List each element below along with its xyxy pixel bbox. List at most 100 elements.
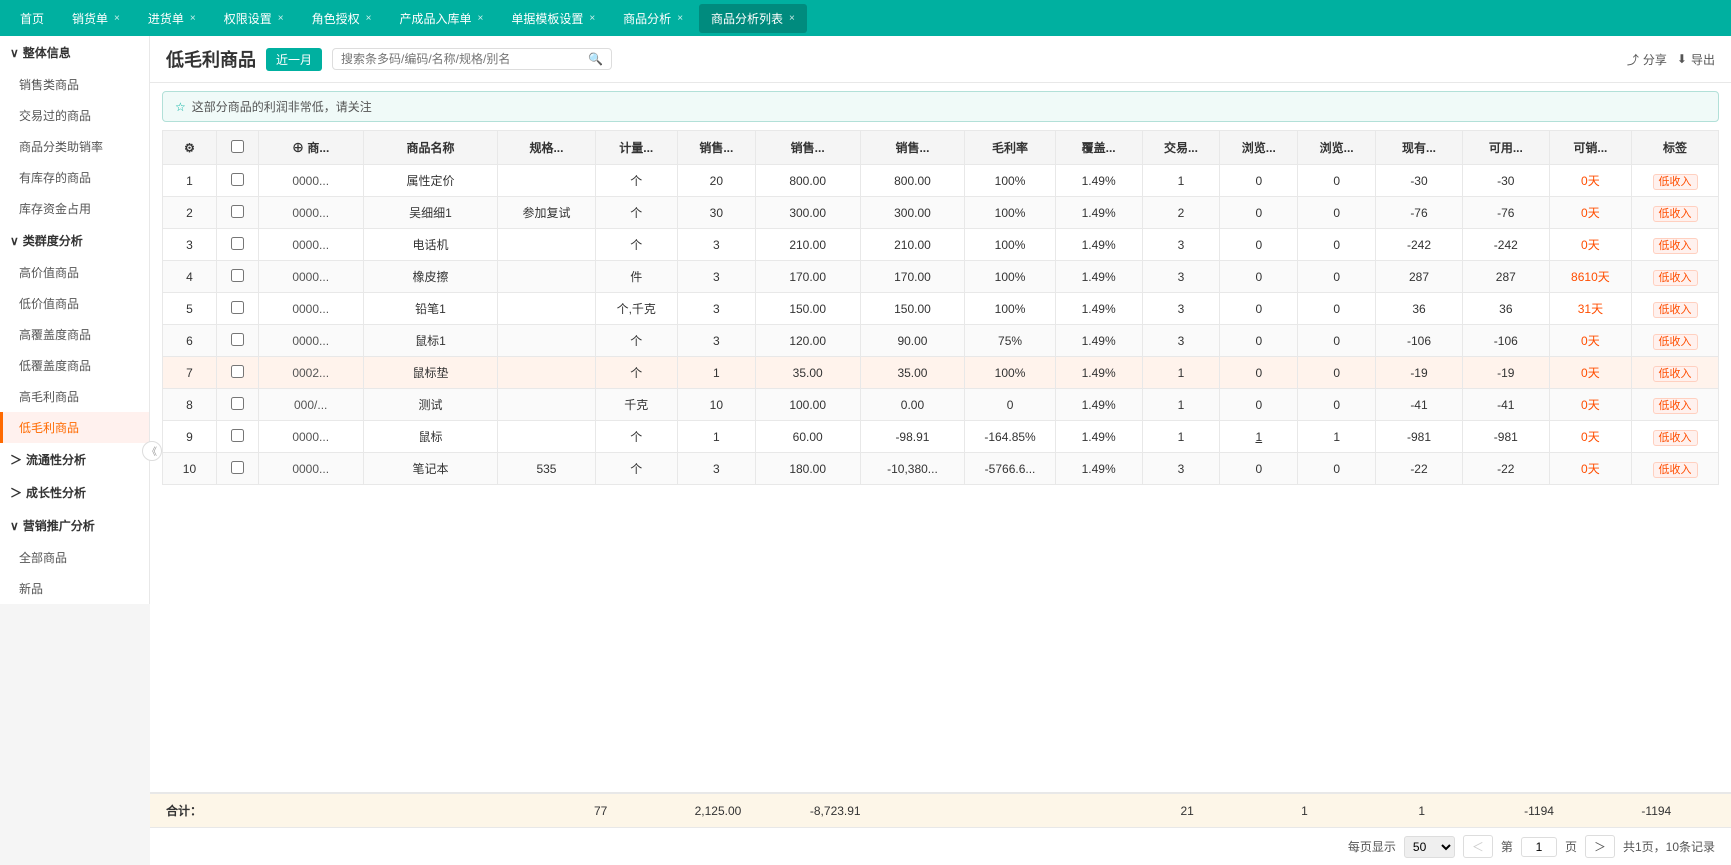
col-header-spec[interactable]: 规格... [498, 131, 595, 165]
row-check[interactable] [216, 389, 258, 421]
nav-permission[interactable]: 权限设置 × [212, 4, 296, 33]
sidebar-item-in-stock[interactable]: 有库存的商品 [0, 162, 149, 193]
col-header-browse2[interactable]: 浏览... [1298, 131, 1376, 165]
row-spec [498, 357, 595, 389]
row-coverage: 1.49% [1055, 421, 1142, 453]
col-header-code[interactable]: ⊕ 商... [258, 131, 363, 165]
export-button[interactable]: ⬇ 导出 [1677, 51, 1715, 68]
row-sales-qty: 20 [677, 165, 755, 197]
sidebar-item-low-value[interactable]: 低价值商品 [0, 288, 149, 319]
row-check[interactable] [216, 421, 258, 453]
sidebar-item-high-margin[interactable]: 高毛利商品 [0, 381, 149, 412]
row-sales-amt: 100.00 [755, 389, 860, 421]
row-browse1[interactable]: 0 [1220, 229, 1298, 261]
col-header-coverage[interactable]: 覆盖... [1055, 131, 1142, 165]
row-browse1[interactable]: 0 [1220, 325, 1298, 357]
sidebar-item-sales-goods[interactable]: 销售类商品 [0, 69, 149, 100]
row-sales-amt: 170.00 [755, 261, 860, 293]
nav-close-analysis[interactable]: × [677, 13, 683, 24]
nav-close-permission[interactable]: × [278, 13, 284, 24]
col-header-sales-profit[interactable]: 销售... [860, 131, 965, 165]
sidebar-item-high-value[interactable]: 高价值商品 [0, 257, 149, 288]
col-header-sales-amt[interactable]: 销售... [755, 131, 860, 165]
nav-close-analysis-list[interactable]: × [789, 13, 795, 24]
row-browse1[interactable]: 0 [1220, 453, 1298, 485]
col-header-browse1[interactable]: 浏览... [1220, 131, 1298, 165]
row-unit: 个 [595, 421, 677, 453]
row-num: 10 [163, 453, 217, 485]
row-browse1[interactable]: 1 [1220, 421, 1298, 453]
select-all-checkbox[interactable] [231, 140, 244, 153]
sidebar-item-low-coverage[interactable]: 低覆盖度商品 [0, 350, 149, 381]
row-check[interactable] [216, 261, 258, 293]
nav-product-inbound[interactable]: 产成品入库单 × [387, 4, 495, 33]
row-check[interactable] [216, 325, 258, 357]
row-coverage: 1.49% [1055, 261, 1142, 293]
row-browse1[interactable]: 0 [1220, 357, 1298, 389]
row-check[interactable] [216, 197, 258, 229]
row-sales-profit: 90.00 [860, 325, 965, 357]
col-header-name[interactable]: 商品名称 [363, 131, 498, 165]
settings-icon[interactable]: ⚙ [184, 141, 195, 155]
nav-close-sales[interactable]: × [114, 13, 120, 24]
col-header-avail-stock[interactable]: 可用... [1462, 131, 1549, 165]
sidebar-item-capital[interactable]: 库存资金占用 [0, 193, 149, 224]
row-browse1[interactable]: 0 [1220, 165, 1298, 197]
row-saleable-days: 8610天 [1549, 261, 1631, 293]
row-current-stock: -41 [1376, 389, 1463, 421]
sidebar-section-circulation[interactable]: ＞ 流通性分析 [0, 443, 149, 476]
row-browse1[interactable]: 0 [1220, 389, 1298, 421]
nav-analysis-list[interactable]: 商品分析列表 × [699, 4, 807, 33]
row-check[interactable] [216, 293, 258, 325]
sidebar-item-traded-goods[interactable]: 交易过的商品 [0, 100, 149, 131]
nav-close-purchase[interactable]: × [190, 13, 196, 24]
row-check[interactable] [216, 357, 258, 389]
row-check[interactable] [216, 229, 258, 261]
nav-close-role[interactable]: × [366, 13, 372, 24]
sidebar-section-cluster[interactable]: ∨ 类群度分析 [0, 224, 149, 257]
col-header-gross-rate[interactable]: 毛利率 [965, 131, 1055, 165]
col-header-unit[interactable]: 计量... [595, 131, 677, 165]
row-sales-amt: 150.00 [755, 293, 860, 325]
col-header-tag[interactable]: 标签 [1632, 131, 1719, 165]
row-sales-qty: 3 [677, 261, 755, 293]
page-number-input[interactable] [1521, 837, 1557, 857]
sidebar-item-low-margin[interactable]: 低毛利商品 [0, 412, 149, 443]
sidebar-item-new-goods[interactable]: 新品 [0, 573, 149, 604]
sidebar-item-all-goods[interactable]: 全部商品 [0, 542, 149, 573]
nav-home[interactable]: 首页 [8, 4, 56, 33]
nav-close-template[interactable]: × [589, 13, 595, 24]
row-browse1[interactable]: 0 [1220, 197, 1298, 229]
search-input[interactable] [341, 52, 582, 66]
row-name: 属性定价 [363, 165, 498, 197]
nav-template-settings[interactable]: 单据模板设置 × [499, 4, 607, 33]
sidebar-item-high-coverage[interactable]: 高覆盖度商品 [0, 319, 149, 350]
period-button[interactable]: 近一月 [266, 48, 322, 71]
col-header-sales-qty[interactable]: 销售... [677, 131, 755, 165]
nav-role-auth[interactable]: 角色授权 × [300, 4, 384, 33]
sidebar-section-overview[interactable]: ∨ 整体信息 [0, 36, 149, 69]
nav-product-analysis[interactable]: 商品分析 × [611, 4, 695, 33]
col-header-saleable-days[interactable]: 可销... [1549, 131, 1631, 165]
per-page-select[interactable]: 50 100 200 [1404, 836, 1455, 858]
nav-sales-order[interactable]: 销货单 × [60, 4, 132, 33]
col-header-trans[interactable]: 交易... [1142, 131, 1220, 165]
sidebar-collapse-btn[interactable]: 《 [142, 441, 162, 461]
next-page-btn[interactable]: ＞ [1585, 835, 1615, 858]
share-button[interactable]: ⤴ 分享 [1627, 51, 1667, 68]
sidebar-item-category-rate[interactable]: 商品分类助销率 [0, 131, 149, 162]
col-header-check[interactable] [216, 131, 258, 165]
row-sales-amt: 180.00 [755, 453, 860, 485]
data-table: ⚙ ⊕ 商... 商品名称 规格... 计量... 销售... 销售... [162, 130, 1719, 485]
row-browse1[interactable]: 0 [1220, 293, 1298, 325]
nav-close-product-inbound[interactable]: × [477, 13, 483, 24]
sidebar-section-marketing[interactable]: ∨ 营销推广分析 [0, 509, 149, 542]
row-check[interactable] [216, 165, 258, 197]
prev-page-btn[interactable]: ＜ [1463, 835, 1493, 858]
nav-purchase[interactable]: 进货单 × [136, 4, 208, 33]
search-icon[interactable]: 🔍 [588, 52, 603, 66]
col-header-current-stock[interactable]: 现有... [1376, 131, 1463, 165]
row-browse1[interactable]: 0 [1220, 261, 1298, 293]
row-check[interactable] [216, 453, 258, 485]
sidebar-section-growth[interactable]: ＞ 成长性分析 [0, 476, 149, 509]
